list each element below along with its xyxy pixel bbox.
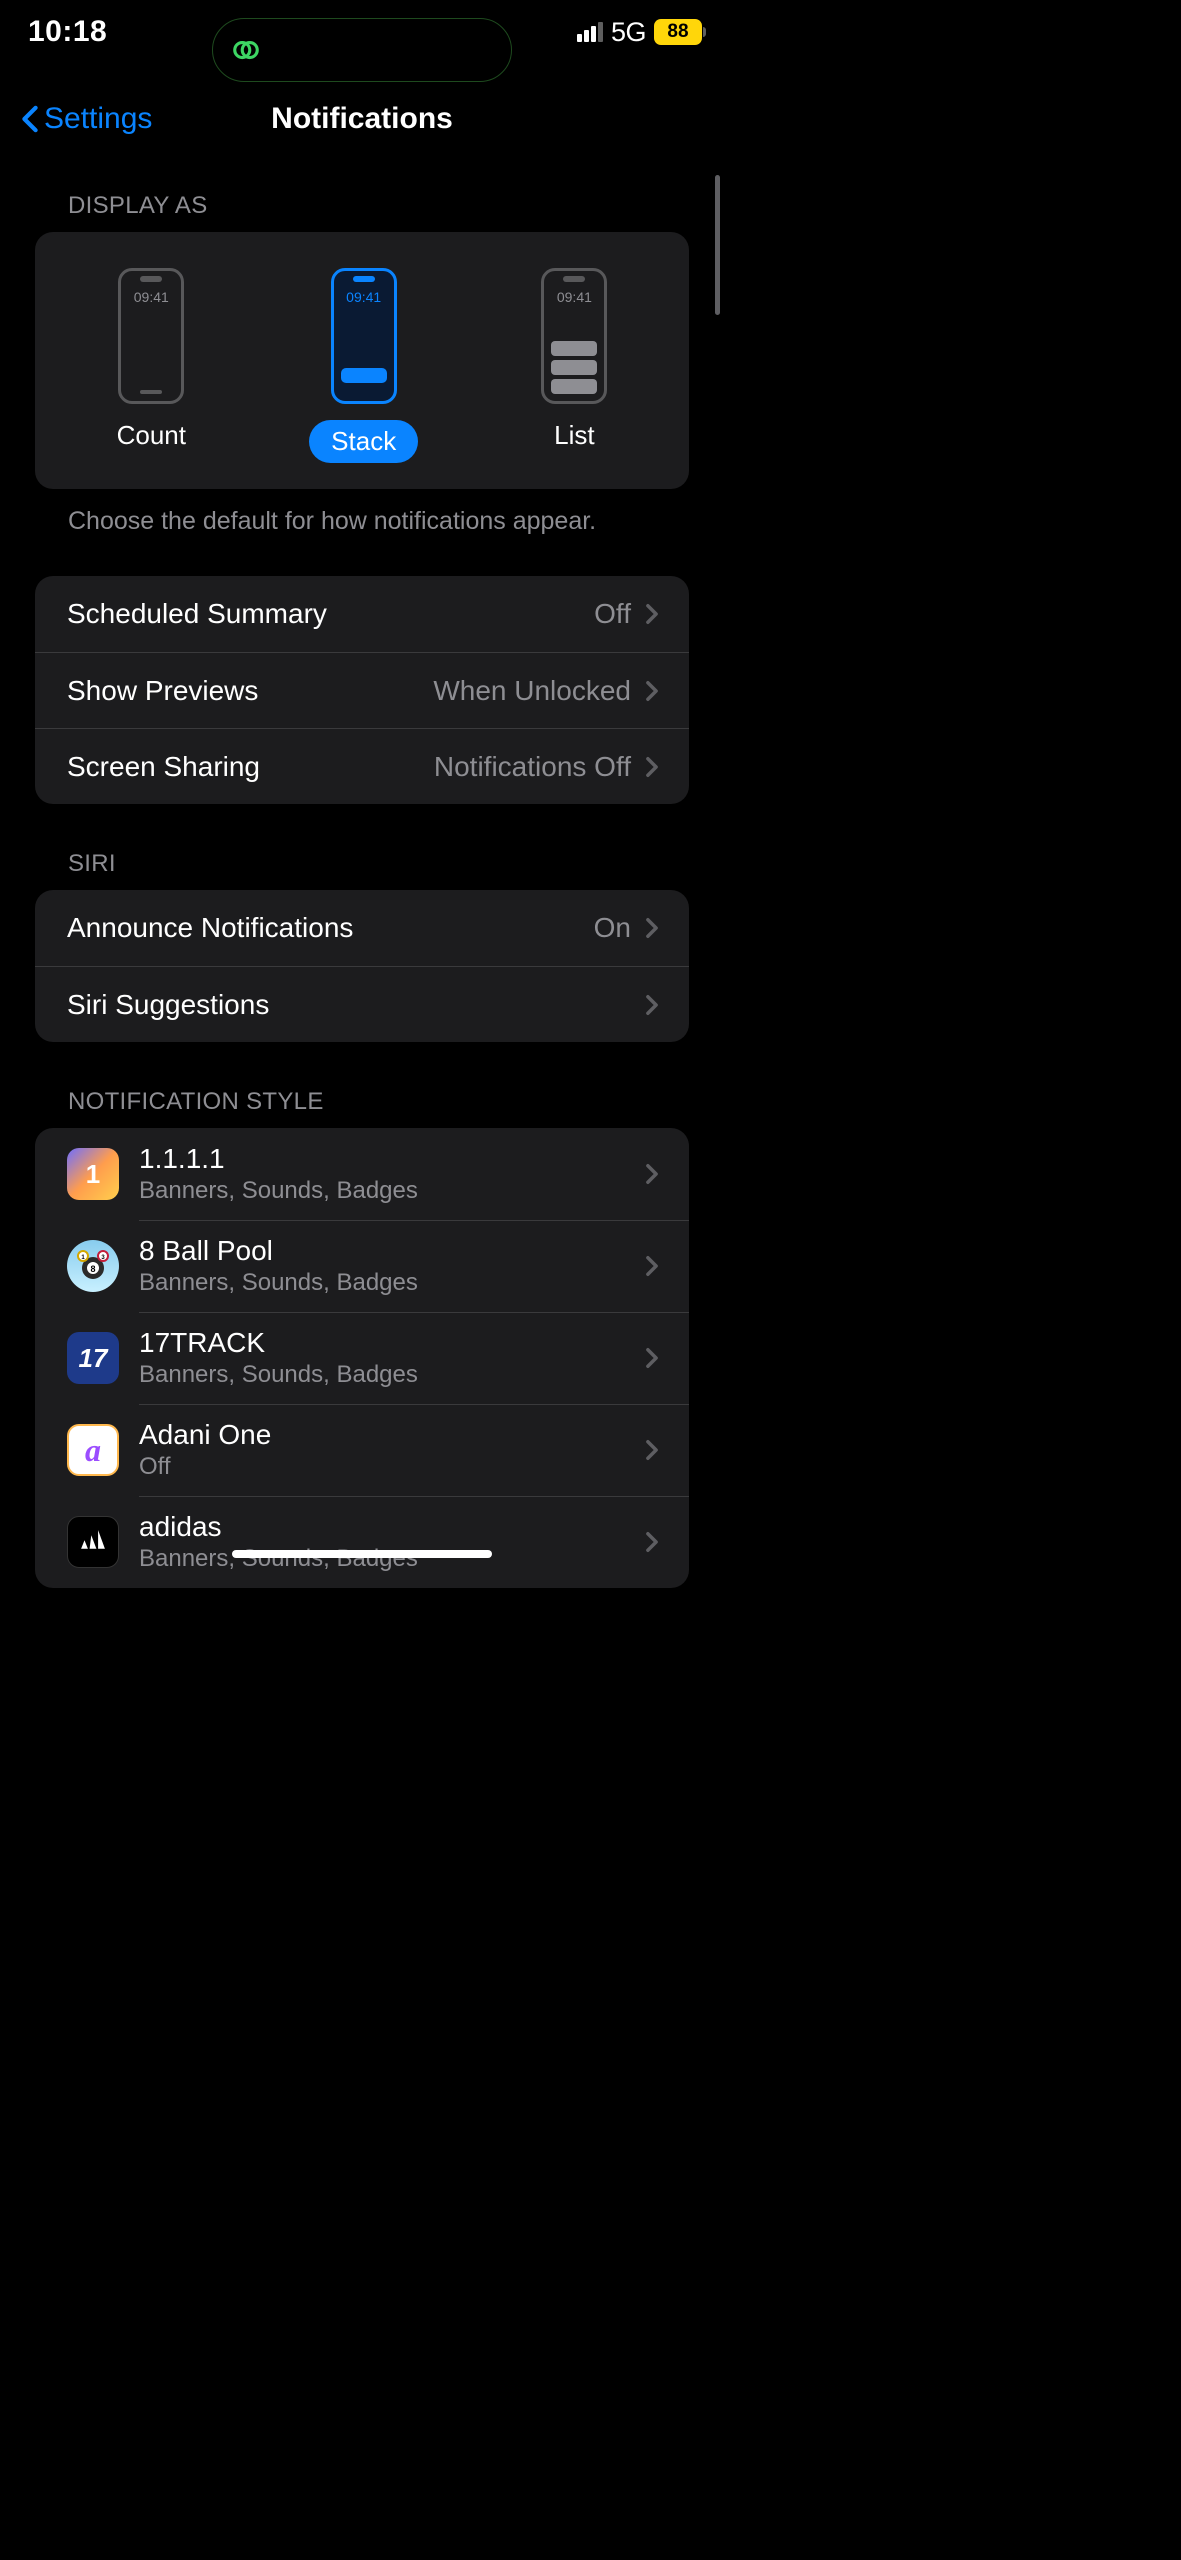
row-screen-sharing[interactable]: Screen Sharing Notifications Off [35,728,689,804]
row-label: Siri Suggestions [67,989,645,1021]
app-info: 8 Ball Pool Banners, Sounds, Badges [139,1235,645,1297]
app-name: 1.1.1.1 [139,1143,645,1175]
app-icon: 1 [67,1148,119,1200]
chevron-right-icon [645,994,659,1016]
chevron-right-icon [645,1531,659,1553]
chevron-right-icon [645,1347,659,1369]
app-info: adidas Banners, Sounds, Badges [139,1511,645,1573]
section-header-display-as: DISPLAY AS [0,156,724,232]
app-name: Adani One [139,1419,645,1451]
back-label: Settings [44,102,152,136]
row-value: Off [594,598,631,630]
app-detail: Off [139,1453,645,1481]
row-label: Announce Notifications [67,912,594,944]
option-label-list: List [554,420,594,451]
phone-mock-count: 09:41 [118,268,184,404]
link-icon [231,35,261,65]
app-row-17track[interactable]: 17 17TRACK Banners, Sounds, Badges [35,1312,689,1404]
back-button[interactable]: Settings [20,102,152,136]
chevron-right-icon [645,603,659,625]
section-header-siri: SIRI [0,804,724,890]
status-right-cluster: 5G 88 [577,17,702,48]
navigation-bar: Settings Notifications [0,92,724,156]
general-settings-card: Scheduled Summary Off Show Previews When… [35,576,689,804]
cellular-signal-icon [577,22,603,42]
app-info: Adani One Off [139,1419,645,1481]
display-option-count[interactable]: 09:41 Count [117,268,186,463]
adidas-icon [76,1525,110,1559]
app-detail: Banners, Sounds, Badges [139,1177,645,1205]
row-show-previews[interactable]: Show Previews When Unlocked [35,652,689,728]
app-row-1111[interactable]: 1 1.1.1.1 Banners, Sounds, Badges [35,1128,689,1220]
row-scheduled-summary[interactable]: Scheduled Summary Off [35,576,689,652]
display-as-footer: Choose the default for how notifications… [0,489,724,536]
status-time: 10:18 [28,15,148,49]
display-as-card: 09:41 Count 09:41 Stack 09:41 [35,232,689,489]
row-value: When Unlocked [433,675,631,707]
row-label: Show Previews [67,675,433,707]
app-name: 17TRACK [139,1327,645,1359]
notification-style-card: 1 1.1.1.1 Banners, Sounds, Badges 8 1 3 … [35,1128,689,1588]
app-icon [67,1516,119,1568]
option-label-stack: Stack [309,420,418,463]
display-option-list[interactable]: 09:41 List [541,268,607,463]
app-detail: Banners, Sounds, Badges [139,1361,645,1389]
page-title: Notifications [271,102,453,136]
app-info: 17TRACK Banners, Sounds, Badges [139,1327,645,1389]
option-label-count: Count [117,420,186,451]
chevron-left-icon [20,105,40,133]
section-header-notification-style: NOTIFICATION STYLE [0,1042,724,1128]
app-detail: Banners, Sounds, Badges [139,1269,645,1297]
app-info: 1.1.1.1 Banners, Sounds, Badges [139,1143,645,1205]
app-name: adidas [139,1511,645,1543]
eight-ball-icon: 8 1 3 [73,1246,113,1286]
app-name: 8 Ball Pool [139,1235,645,1267]
network-type: 5G [611,17,646,48]
display-options: 09:41 Count 09:41 Stack 09:41 [35,232,689,489]
home-indicator[interactable] [232,1550,492,1558]
chevron-right-icon [645,1255,659,1277]
row-value: Notifications Off [434,751,631,783]
app-row-adani[interactable]: a Adani One Off [35,1404,689,1496]
app-icon: 8 1 3 [67,1240,119,1292]
chevron-right-icon [645,1163,659,1185]
phone-mock-list: 09:41 [541,268,607,404]
chevron-right-icon [645,756,659,778]
battery-indicator: 88 [654,19,702,45]
scroll-indicator[interactable] [715,175,720,315]
row-announce-notifications[interactable]: Announce Notifications On [35,890,689,966]
row-siri-suggestions[interactable]: Siri Suggestions [35,966,689,1042]
app-icon: a [67,1424,119,1476]
row-value: On [594,912,631,944]
app-row-8ball[interactable]: 8 1 3 8 Ball Pool Banners, Sounds, Badge… [35,1220,689,1312]
display-option-stack[interactable]: 09:41 Stack [309,268,418,463]
chevron-right-icon [645,1439,659,1461]
row-label: Screen Sharing [67,751,434,783]
chevron-right-icon [645,680,659,702]
row-label: Scheduled Summary [67,598,594,630]
phone-mock-stack: 09:41 [331,268,397,404]
dynamic-island[interactable] [212,18,512,82]
app-row-adidas[interactable]: adidas Banners, Sounds, Badges [35,1496,689,1588]
app-icon: 17 [67,1332,119,1384]
svg-text:8: 8 [90,1264,95,1274]
siri-card: Announce Notifications On Siri Suggestio… [35,890,689,1042]
chevron-right-icon [645,917,659,939]
